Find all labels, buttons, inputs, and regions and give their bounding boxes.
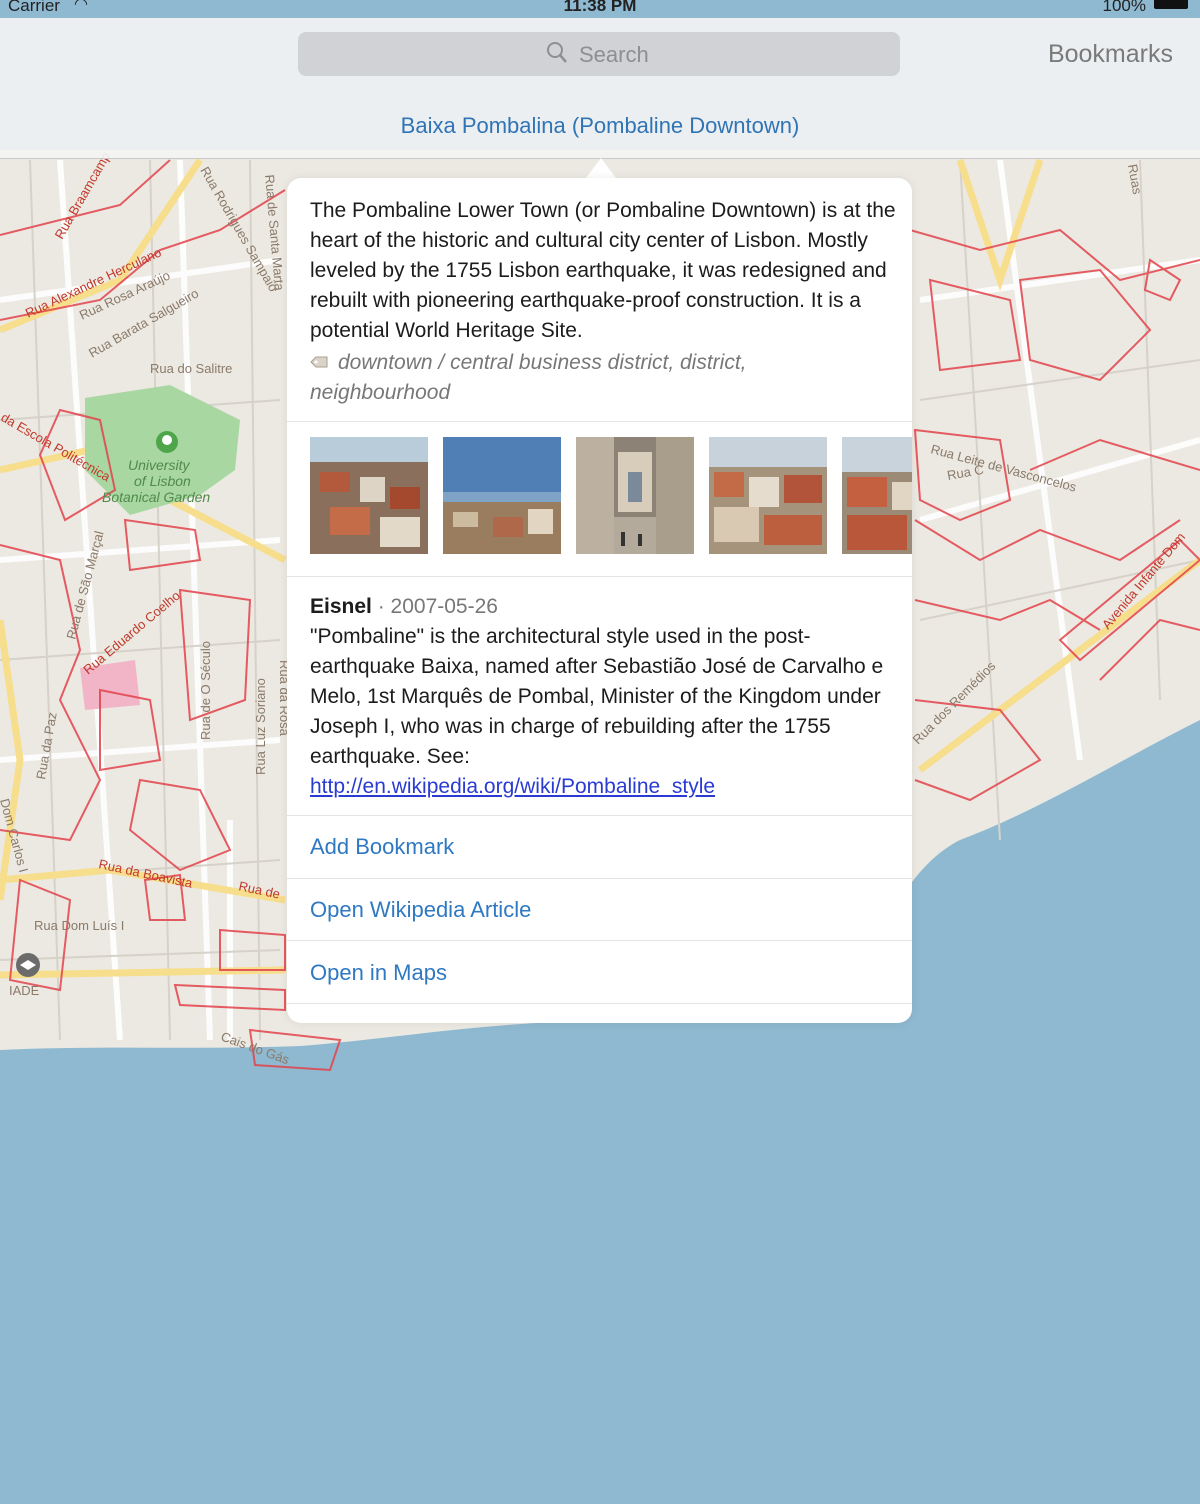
comment-separator: · (371, 595, 391, 618)
divider (287, 815, 912, 816)
svg-text:University: University (128, 457, 190, 473)
place-tags: downtown / central business district, di… (310, 347, 870, 408)
bookmarks-button[interactable]: Bookmarks (1048, 40, 1173, 69)
battery-icon (1154, 0, 1188, 9)
user-comment: Eisnel · 2007-05-26 "Pombaline" is the a… (310, 592, 895, 802)
search-placeholder: Search (579, 42, 649, 67)
svg-text:Rua do Salitre: Rua do Salitre (150, 361, 232, 376)
svg-text:Rua Dom Luís I: Rua Dom Luís I (34, 918, 124, 933)
divider (287, 576, 912, 577)
photo-thumbnail[interactable] (709, 437, 827, 554)
popover-arrow (586, 158, 616, 178)
place-summary: The Pombaline Lower Town (or Pombaline D… (310, 199, 896, 342)
place-detail-popover: The Pombaline Lower Town (or Pombaline D… (287, 178, 912, 1023)
divider (287, 878, 912, 879)
photo-thumbnail[interactable] (310, 437, 428, 554)
svg-text:Rua de O Século: Rua de O Século (198, 641, 213, 740)
photo-thumbnail[interactable] (576, 437, 694, 554)
comment-date: 2007-05-26 (390, 595, 498, 618)
add-bookmark-button[interactable]: Add Bookmark (310, 834, 454, 860)
status-bar: Carrier ◠ 11:38 PM 100% (0, 0, 1200, 18)
search-icon (546, 41, 568, 65)
tags-text: downtown / central business district, di… (310, 351, 747, 404)
svg-text:Botanical Garden: Botanical Garden (102, 489, 210, 505)
wikipedia-link[interactable]: http://en.wikipedia.org/wiki/Pombaline_s… (310, 775, 715, 798)
photo-thumbnail[interactable] (443, 437, 561, 554)
battery-percentage: 100% (1102, 0, 1146, 15)
comment-text: "Pombaline" is the architectural style u… (310, 625, 884, 768)
tag-icon (310, 347, 328, 368)
divider (287, 421, 912, 422)
clock: 11:38 PM (563, 0, 637, 15)
svg-text:of Lisbon: of Lisbon (134, 473, 191, 489)
photo-thumbnail[interactable] (842, 437, 912, 554)
comment-author: Eisnel (310, 595, 372, 618)
divider (287, 940, 912, 941)
photo-strip[interactable] (310, 437, 912, 555)
svg-text:Rua Luz Soriano: Rua Luz Soriano (253, 678, 268, 775)
divider (287, 1003, 912, 1004)
svg-text:IADE: IADE (9, 983, 40, 998)
place-title[interactable]: Baixa Pombalina (Pombaline Downtown) (0, 113, 1200, 139)
open-wikipedia-article-button[interactable]: Open Wikipedia Article (310, 897, 531, 923)
navigation-bar: Search Bookmarks Baixa Pombalina (Pombal… (0, 18, 1200, 159)
search-bar[interactable]: Search (298, 32, 900, 76)
open-in-maps-button[interactable]: Open in Maps (310, 960, 447, 986)
